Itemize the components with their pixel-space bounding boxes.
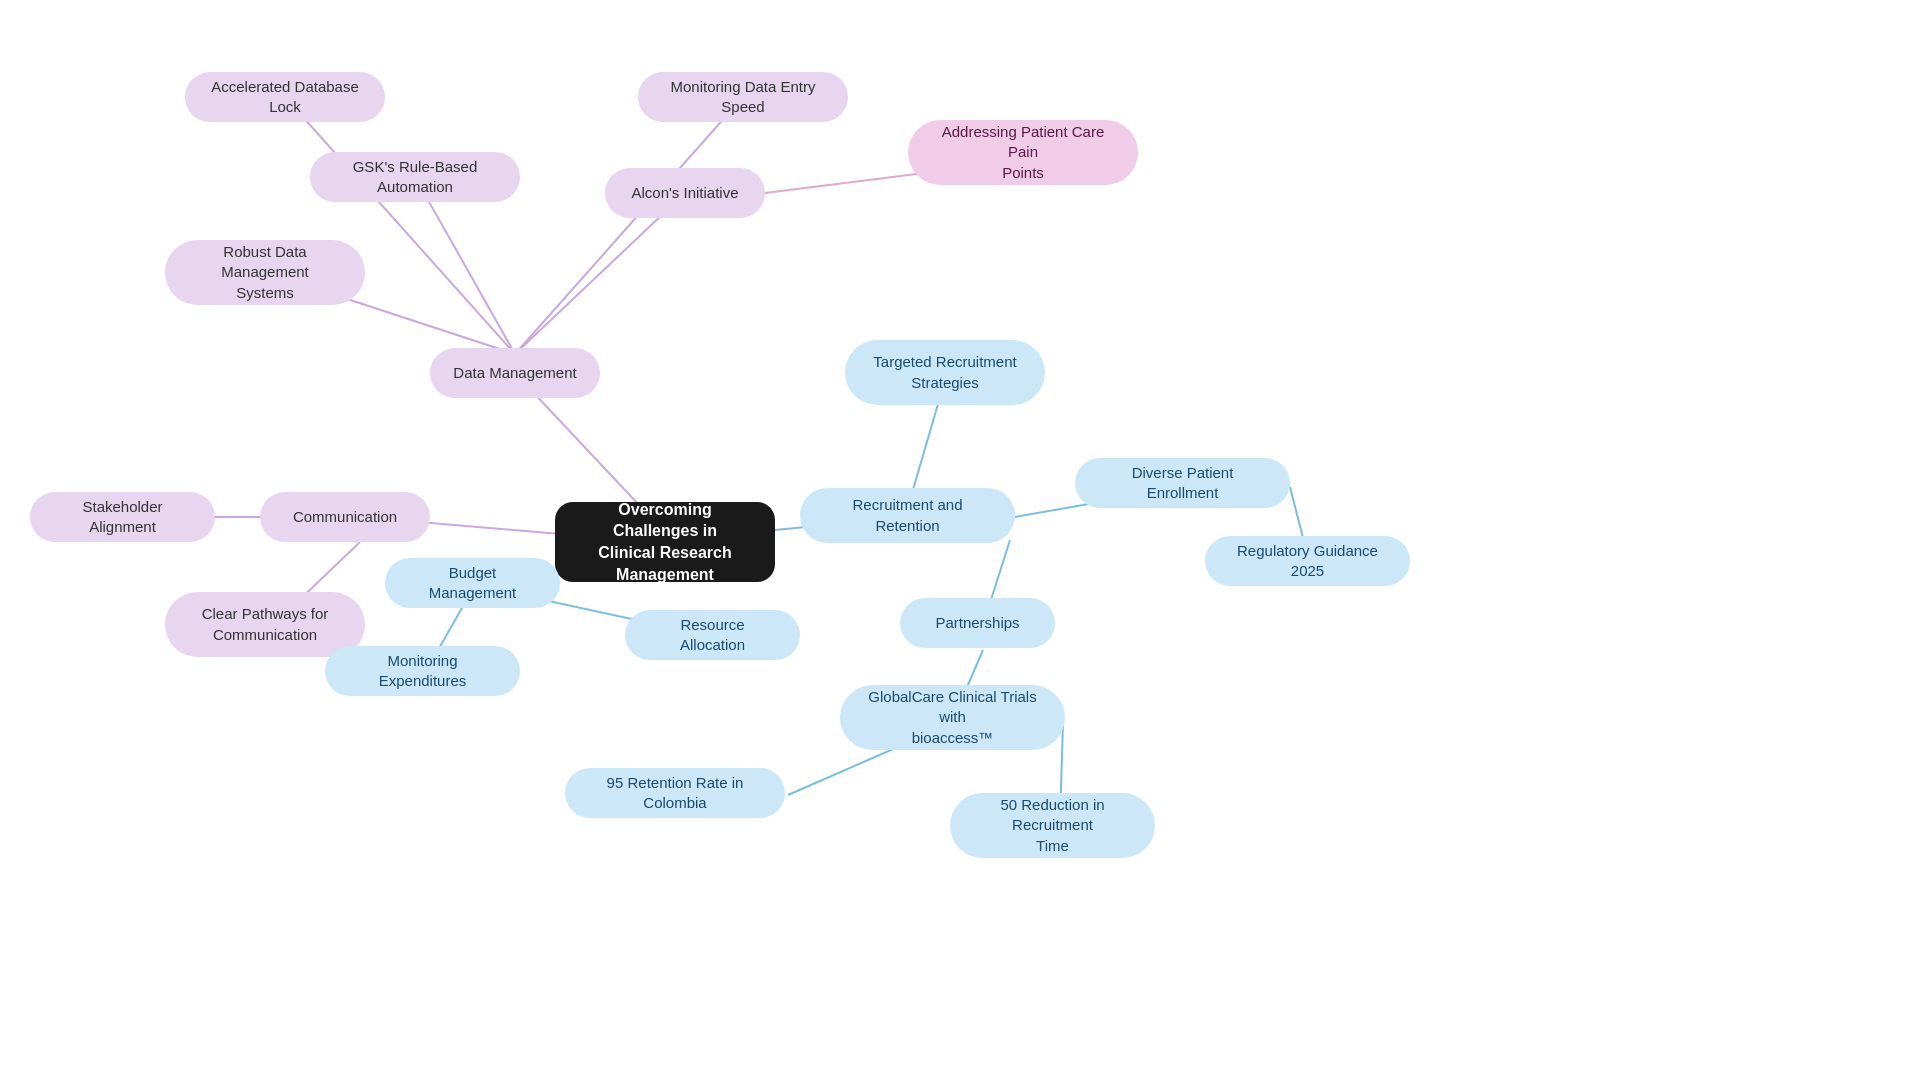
svg-line-1 <box>285 97 515 354</box>
clear-pathways-label: Clear Pathways for Communication <box>202 604 329 645</box>
globalcare-label: GlobalCare Clinical Trials with bioacces… <box>862 687 1043 748</box>
addressing-patient-node[interactable]: Addressing Patient Care Pain Points <box>908 120 1138 185</box>
monitoring-speed-node[interactable]: Monitoring Data Entry Speed <box>638 72 848 122</box>
resource-alloc-label: Resource Allocation <box>647 615 778 656</box>
stakeholder-label: Stakeholder Alignment <box>52 497 193 538</box>
targeted-recruitment-label: Targeted Recruitment Strategies <box>873 352 1016 393</box>
center-node[interactable]: Overcoming Challenges in Clinical Resear… <box>555 502 775 582</box>
gsk-rule-label: GSK's Rule-Based Automation <box>332 157 498 198</box>
accelerated-db-node[interactable]: Accelerated Database Lock <box>185 72 385 122</box>
accelerated-db-label: Accelerated Database Lock <box>207 77 363 118</box>
gsk-rule-node[interactable]: GSK's Rule-Based Automation <box>310 152 520 202</box>
budget-mgmt-label: Budget Management <box>407 563 538 604</box>
clear-pathways-node[interactable]: Clear Pathways for Communication <box>165 592 365 657</box>
retention-rate-label: 95 Retention Rate in Colombia <box>587 773 763 814</box>
diverse-enrollment-label: Diverse Patient Enrollment <box>1097 463 1268 504</box>
monitoring-speed-label: Monitoring Data Entry Speed <box>660 77 826 118</box>
targeted-recruitment-node[interactable]: Targeted Recruitment Strategies <box>845 340 1045 405</box>
regulatory-guidance-label: Regulatory Guidance 2025 <box>1227 541 1388 582</box>
budget-mgmt-node[interactable]: Budget Management <box>385 558 560 608</box>
retention-rate-node[interactable]: 95 Retention Rate in Colombia <box>565 768 785 818</box>
resource-alloc-node[interactable]: Resource Allocation <box>625 610 800 660</box>
svg-line-2 <box>415 177 515 354</box>
monitoring-exp-node[interactable]: Monitoring Expenditures <box>325 646 520 696</box>
svg-line-4 <box>515 97 743 354</box>
stakeholder-node[interactable]: Stakeholder Alignment <box>30 492 215 542</box>
addressing-patient-label: Addressing Patient Care Pain Points <box>930 122 1116 183</box>
alcon-initiative-label: Alcon's Initiative <box>631 183 738 203</box>
reduction-recruitment-label: 50 Reduction in Recruitment Time <box>972 795 1133 856</box>
diverse-enrollment-node[interactable]: Diverse Patient Enrollment <box>1075 458 1290 508</box>
globalcare-node[interactable]: GlobalCare Clinical Trials with bioacces… <box>840 685 1065 750</box>
communication-label: Communication <box>293 507 397 527</box>
center-label: Overcoming Challenges in Clinical Resear… <box>577 499 753 585</box>
data-management-label: Data Management <box>453 363 576 383</box>
recruitment-retention-label: Recruitment and Retention <box>822 495 993 536</box>
regulatory-guidance-node[interactable]: Regulatory Guidance 2025 <box>1205 536 1410 586</box>
alcon-initiative-node[interactable]: Alcon's Initiative <box>605 168 765 218</box>
communication-node[interactable]: Communication <box>260 492 430 542</box>
data-management-node[interactable]: Data Management <box>430 348 600 398</box>
robust-data-node[interactable]: Robust Data Management Systems <box>165 240 365 305</box>
partnerships-label: Partnerships <box>935 613 1019 633</box>
robust-data-label: Robust Data Management Systems <box>187 242 343 303</box>
reduction-recruitment-node[interactable]: 50 Reduction in Recruitment Time <box>950 793 1155 858</box>
partnerships-node[interactable]: Partnerships <box>900 598 1055 648</box>
monitoring-exp-label: Monitoring Expenditures <box>347 651 498 692</box>
recruitment-retention-node[interactable]: Recruitment and Retention <box>800 488 1015 543</box>
